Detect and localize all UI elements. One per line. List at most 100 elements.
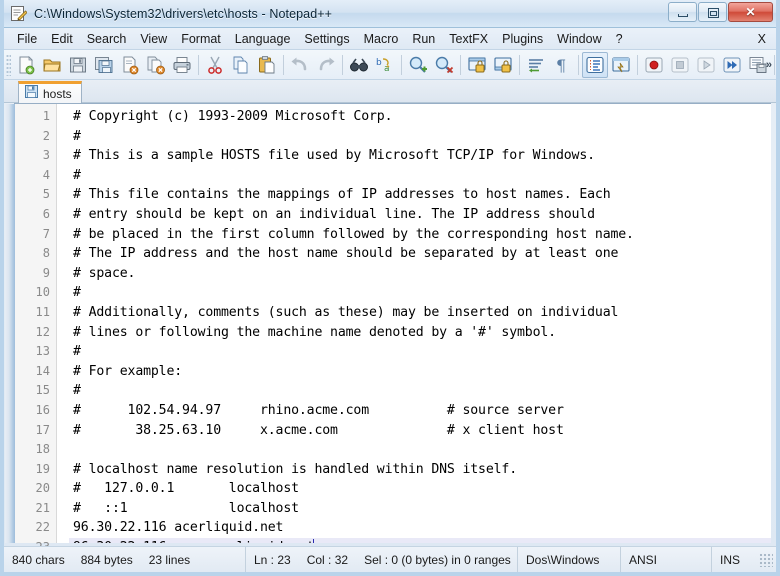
record-macro-icon[interactable]	[641, 52, 667, 78]
copy-icon[interactable]	[228, 52, 254, 78]
code-line[interactable]: #	[69, 127, 771, 147]
code-line[interactable]: # For example:	[69, 362, 771, 382]
code-line[interactable]: # space.	[69, 264, 771, 284]
code-line[interactable]: # localhost name resolution is handled w…	[69, 460, 771, 480]
code-line[interactable]: # This file contains the mappings of IP …	[69, 185, 771, 205]
code-line[interactable]: # ::1 localhost	[69, 499, 771, 519]
line-number: 22	[35, 520, 50, 535]
sync-vertical-scroll-icon[interactable]	[464, 52, 490, 78]
toolbar-separator	[198, 54, 199, 75]
code-line[interactable]: # 102.54.94.97 rhino.acme.com # source s…	[69, 401, 771, 421]
code-line[interactable]: # entry should be kept on an individual …	[69, 205, 771, 225]
menu-plugins[interactable]: Plugins	[495, 30, 550, 48]
line-number: 20	[35, 481, 50, 496]
menu-settings[interactable]: Settings	[297, 30, 356, 48]
new-file-icon[interactable]	[13, 52, 39, 78]
editor-area: 1234567891011121314151617181920212223 # …	[5, 103, 771, 554]
code-line[interactable]: # be placed in the first column followed…	[69, 225, 771, 245]
line-number: 2	[42, 128, 50, 143]
code-line[interactable]: # This is a sample HOSTS file used by Mi…	[69, 146, 771, 166]
status-insert-mode[interactable]: INS	[712, 547, 748, 572]
status-encoding[interactable]: ANSI	[621, 547, 712, 572]
close-all-icon[interactable]	[143, 52, 169, 78]
window-controls: ✕	[667, 2, 773, 22]
print-icon[interactable]	[169, 52, 195, 78]
status-chars: 840 chars	[12, 552, 65, 567]
play-macro-icon[interactable]	[693, 52, 719, 78]
open-file-icon[interactable]	[39, 52, 65, 78]
menu-file[interactable]: File	[10, 30, 44, 48]
menu-language[interactable]: Language	[228, 30, 298, 48]
close-button[interactable]: ✕	[728, 2, 773, 22]
show-all-characters-icon[interactable]: ¶	[549, 52, 575, 78]
save-all-icon[interactable]	[91, 52, 117, 78]
window-resize-grip[interactable]	[759, 552, 773, 567]
menu-edit[interactable]: Edit	[44, 30, 80, 48]
save-icon[interactable]	[65, 52, 91, 78]
find-icon[interactable]	[346, 52, 372, 78]
code-line[interactable]: #	[69, 283, 771, 303]
menu-view[interactable]: View	[133, 30, 174, 48]
code-line[interactable]: #	[69, 342, 771, 362]
code-line[interactable]: #	[69, 381, 771, 401]
code-line[interactable]: # Copyright (c) 1993-2009 Microsoft Corp…	[69, 107, 771, 127]
close-file-icon[interactable]	[117, 52, 143, 78]
toolbar: b a ¶ »	[4, 50, 776, 80]
title-bar[interactable]: C:\Windows\System32\drivers\etc\hosts - …	[4, 0, 776, 28]
code-line[interactable]: 96.30.22.116 acerliquid.net	[69, 518, 771, 538]
menu-search[interactable]: Search	[80, 30, 134, 48]
close-icon: ✕	[745, 5, 756, 19]
restore-button[interactable]	[698, 2, 727, 22]
toolbar-separator	[637, 54, 638, 75]
toolbar-overflow-button[interactable]: »	[766, 59, 772, 71]
code-line[interactable]: # Additionally, comments (such as these)…	[69, 303, 771, 323]
run-macro-multiple-icon[interactable]	[719, 52, 745, 78]
replace-icon[interactable]: b a	[372, 52, 398, 78]
cut-icon[interactable]	[202, 52, 228, 78]
close-document-button[interactable]: X	[758, 32, 766, 46]
code-line[interactable]: # 127.0.0.1 localhost	[69, 479, 771, 499]
zoom-out-icon[interactable]	[431, 52, 457, 78]
redo-icon[interactable]	[313, 52, 339, 78]
code-line[interactable]	[69, 440, 771, 460]
code-line[interactable]: #	[69, 166, 771, 186]
code-line-text: # Additionally, comments (such as these)…	[73, 304, 619, 320]
line-number: 11	[35, 304, 50, 319]
code-line[interactable]: # 38.25.63.10 x.acme.com # x client host	[69, 421, 771, 441]
toolbar-grip[interactable]	[6, 53, 11, 76]
code-line-text: # 127.0.0.1 localhost	[73, 481, 299, 497]
menu-format[interactable]: Format	[174, 30, 228, 48]
tab-hosts[interactable]: hosts	[18, 81, 82, 103]
window-title: C:\Windows\System32\drivers\etc\hosts - …	[34, 6, 333, 21]
code-line[interactable]: 96.30.22.116 www.acerliquid.net	[69, 538, 771, 543]
indent-guideline-icon[interactable]	[582, 51, 608, 78]
undo-icon[interactable]	[287, 52, 313, 78]
minimize-button[interactable]	[668, 2, 697, 22]
menu-textfx[interactable]: TextFX	[442, 30, 495, 48]
paste-icon[interactable]	[254, 52, 280, 78]
code-text-area[interactable]: # Copyright (c) 1993-2009 Microsoft Corp…	[69, 104, 771, 543]
fold-margin[interactable]	[57, 104, 69, 543]
menu-help[interactable]: ?	[609, 30, 630, 48]
menu-macro[interactable]: Macro	[357, 30, 406, 48]
menu-window[interactable]: Window	[550, 30, 608, 48]
stop-recording-icon[interactable]	[667, 52, 693, 78]
docked-panel-edge[interactable]	[5, 104, 15, 543]
menu-run[interactable]: Run	[405, 30, 442, 48]
status-eol-format[interactable]: Dos\Windows	[518, 547, 621, 572]
word-wrap-icon[interactable]	[523, 52, 549, 78]
tab-bar: hosts	[4, 80, 776, 103]
line-number: 1	[42, 109, 50, 123]
code-line-text: #	[73, 344, 81, 360]
zoom-in-icon[interactable]	[405, 52, 431, 78]
tab-label: hosts	[43, 86, 72, 101]
code-line-text: 96.30.22.116 www.acerliquid.net	[73, 540, 315, 543]
sync-horizontal-scroll-icon[interactable]	[490, 52, 516, 78]
user-defined-dialog-icon[interactable]	[608, 52, 634, 78]
line-number: 6	[42, 206, 50, 221]
line-number: 17	[35, 422, 50, 437]
code-line-text: 96.30.22.116 acerliquid.net	[73, 520, 284, 536]
code-line[interactable]: # lines or following the machine name de…	[69, 323, 771, 343]
code-line-text: # lines or following the machine name de…	[73, 324, 556, 340]
code-line[interactable]: # The IP address and the host name shoul…	[69, 244, 771, 264]
